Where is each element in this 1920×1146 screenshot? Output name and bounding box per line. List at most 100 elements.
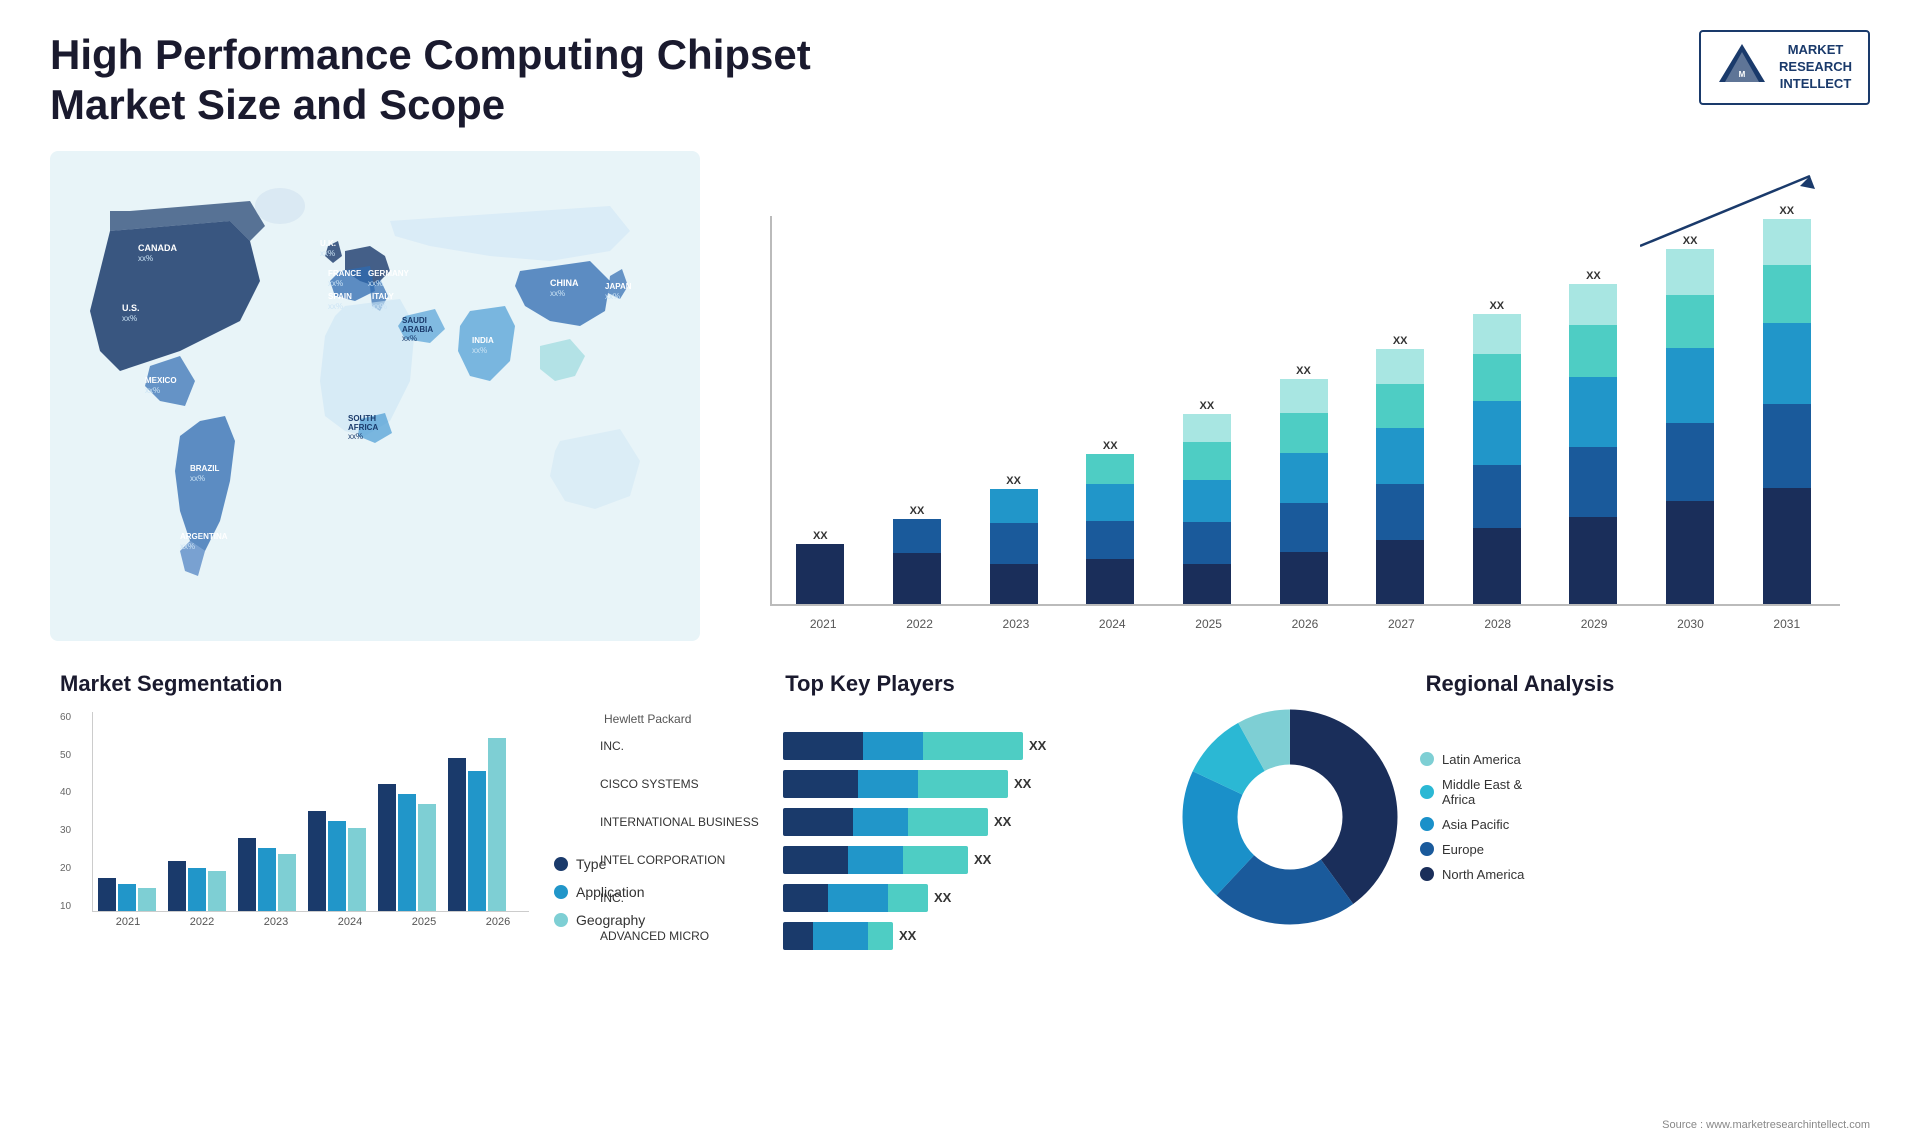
legend-dot-type [554,857,568,871]
x-label-2021: 2021 [780,617,866,631]
player-bar-1 [783,732,1023,760]
legend-label-asia: Asia Pacific [1442,817,1509,832]
bar-2022: XX [874,505,961,604]
legend-dot-asia [1420,817,1434,831]
player-row-1: INC. XX [600,732,1140,760]
x-label-2030: 2030 [1647,617,1733,631]
player-bar-container-2: XX [783,770,1140,798]
regional-section: Regional Analysis [1170,661,1870,971]
player-bar-5-seg1 [783,884,828,912]
svg-text:CHINA: CHINA [550,278,579,288]
x-label-2022: 2022 [876,617,962,631]
player-bar-6 [783,922,893,950]
svg-text:U.S.: U.S. [122,303,140,313]
legend-label-latin: Latin America [1442,752,1521,767]
x-label-2028: 2028 [1455,617,1541,631]
player-xx-1: XX [1029,738,1046,753]
svg-text:xx%: xx% [190,474,205,483]
svg-text:xx%: xx% [472,346,487,355]
segmentation-title: Market Segmentation [60,671,560,697]
seg-group-2024 [308,811,366,911]
svg-text:xx%: xx% [368,279,383,288]
legend-dot-geography [554,913,568,927]
world-map-container: CANADA xx% U.S. xx% MEXICO xx% BRAZIL xx… [50,151,700,651]
svg-text:ARABIA: ARABIA [402,325,433,334]
seg-group-2023 [238,838,296,911]
x-label-2023: 2023 [973,617,1059,631]
seg-x-2021: 2021 [97,916,159,928]
svg-text:U.K.: U.K. [320,239,336,248]
svg-text:xx%: xx% [138,254,153,263]
player-name-5: INC. [600,891,775,905]
svg-text:CANADA: CANADA [138,243,177,253]
player-name-1: INC. [600,739,775,753]
seg-x-2025: 2025 [393,916,455,928]
player-bar-2 [783,770,1008,798]
donut-container: Latin America Middle East &Africa Asia P… [1180,707,1860,927]
logo-area: M MARKETRESEARCHINTELLECT [1699,30,1870,105]
legend-mea: Middle East &Africa [1420,777,1524,807]
svg-text:SOUTH: SOUTH [348,414,376,423]
player-bar-container-1: XX [783,732,1140,760]
x-label-2025: 2025 [1165,617,1251,631]
source-text: Source : www.marketresearchintellect.com [1662,1119,1870,1131]
player-row-4: INTEL CORPORATION XX [600,846,1140,874]
player-bar-4-seg1 [783,846,848,874]
player-bar-container-3: XX [783,808,1140,836]
player-bar-4 [783,846,968,874]
player-xx-4: XX [974,852,991,867]
seg-x-2022: 2022 [171,916,233,928]
segmentation-section: Market Segmentation 60 50 40 30 20 10 [50,661,570,971]
legend-label-europe: Europe [1442,842,1484,857]
svg-text:xx%: xx% [145,386,160,395]
player-bar-container-4: XX [783,846,1140,874]
player-name-6: ADVANCED MICRO [600,929,775,943]
y-label-40: 40 [60,787,71,798]
legend-dot-application [554,885,568,899]
seg-group-2021 [98,878,156,911]
svg-text:MEXICO: MEXICO [145,376,177,385]
player-bar-3-seg2 [853,808,908,836]
y-label-50: 50 [60,750,71,761]
player-bar-5-seg3 [888,884,928,912]
bar-2021: XX [777,530,864,604]
player-row-6: ADVANCED MICRO XX [600,922,1140,950]
legend-label-north-america: North America [1442,867,1524,882]
player-bar-3-seg1 [783,808,853,836]
page-container: High Performance Computing Chipset Marke… [0,0,1920,1146]
svg-text:xx%: xx% [122,314,137,323]
player-bar-container-5: XX [783,884,1140,912]
player-xx-6: XX [899,928,916,943]
svg-text:xx%: xx% [348,432,363,441]
player-xx-5: XX [934,890,951,905]
player-bar-6-seg1 [783,922,813,950]
page-title: High Performance Computing Chipset Marke… [50,30,950,131]
legend-europe: Europe [1420,842,1524,857]
seg-x-2023: 2023 [245,916,307,928]
x-label-2031: 2031 [1744,617,1830,631]
y-label-30: 30 [60,825,71,836]
players-title: Top Key Players [600,671,1140,697]
legend-label-mea: Middle East &Africa [1442,777,1522,807]
player-bar-3 [783,808,988,836]
svg-text:xx%: xx% [550,289,565,298]
bar-2031: XX [1743,205,1830,604]
legend-latin-america: Latin America [1420,752,1524,767]
x-label-2029: 2029 [1551,617,1637,631]
player-bar-1-seg1 [783,732,863,760]
players-section: Top Key Players Hewlett Packard INC. XX … [590,661,1150,971]
player-bar-4-seg3 [903,846,968,874]
bar-2025: XX [1164,400,1251,604]
player-row-3: INTERNATIONAL BUSINESS XX [600,808,1140,836]
bar-2026: XX [1260,365,1347,604]
legend-asia: Asia Pacific [1420,817,1524,832]
svg-text:xx%: xx% [180,542,195,551]
svg-text:M: M [1739,70,1746,79]
svg-text:GERMANY: GERMANY [368,269,410,278]
x-label-2026: 2026 [1262,617,1348,631]
legend-dot-europe [1420,842,1434,856]
player-bar-2-seg3 [918,770,1008,798]
player-row-2: CISCO SYSTEMS XX [600,770,1140,798]
svg-text:xx%: xx% [372,302,387,311]
player-row-5: INC. XX [600,884,1140,912]
